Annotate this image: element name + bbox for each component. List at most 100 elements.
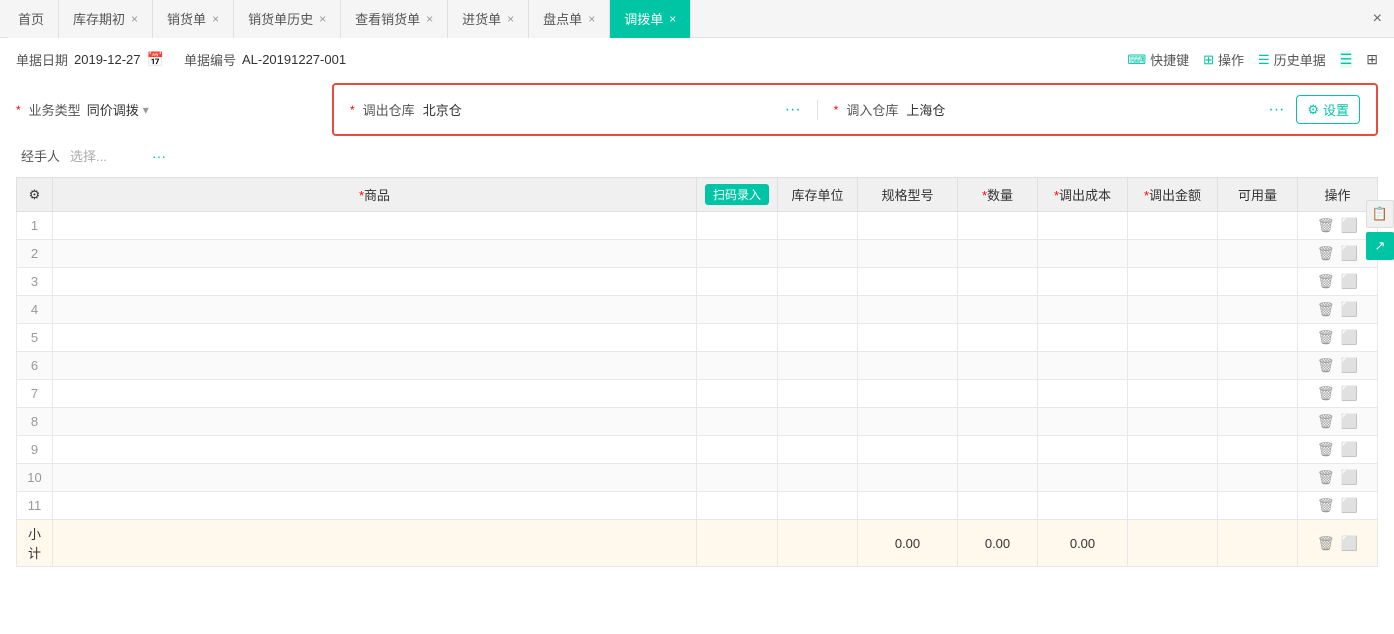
cell-qty[interactable]: [958, 492, 1038, 520]
tab-inventory-init[interactable]: 库存期初 ×: [59, 0, 153, 38]
cell-cost[interactable]: [1038, 212, 1128, 240]
cell-spec[interactable]: [858, 436, 958, 464]
cell-unit[interactable]: [778, 492, 858, 520]
sidebar-doc-button[interactable]: 📋: [1366, 200, 1394, 228]
copy-icon[interactable]: ⬜: [1341, 245, 1358, 262]
cell-qty[interactable]: [958, 296, 1038, 324]
copy-icon[interactable]: ⬜: [1341, 329, 1358, 346]
copy-icon[interactable]: ⬜: [1341, 357, 1358, 374]
cell-unit[interactable]: [778, 324, 858, 352]
card-view-button[interactable]: ⊞: [1366, 51, 1378, 68]
cell-product[interactable]: [53, 492, 697, 520]
cell-spec[interactable]: [858, 380, 958, 408]
cell-spec[interactable]: [858, 408, 958, 436]
close-icon[interactable]: ×: [588, 13, 595, 25]
delete-icon[interactable]: 🗑: [1317, 245, 1335, 262]
tab-sales-order[interactable]: 销货单 ×: [153, 0, 234, 38]
subtotal-delete-icon[interactable]: 🗑: [1317, 535, 1335, 552]
close-icon[interactable]: ×: [212, 13, 219, 25]
cell-product[interactable]: [53, 464, 697, 492]
delete-icon[interactable]: 🗑: [1317, 217, 1335, 234]
cell-cost[interactable]: [1038, 436, 1128, 464]
delete-icon[interactable]: 🗑: [1317, 441, 1335, 458]
cell-amount[interactable]: [1128, 240, 1218, 268]
tab-sales-history[interactable]: 销货单历史 ×: [234, 0, 341, 38]
history-button[interactable]: ☰ 历史单据: [1258, 50, 1326, 69]
delete-icon[interactable]: 🗑: [1317, 357, 1335, 374]
cell-spec[interactable]: [858, 324, 958, 352]
delete-icon[interactable]: 🗑: [1317, 273, 1335, 290]
cell-unit[interactable]: [778, 464, 858, 492]
cell-unit[interactable]: [778, 212, 858, 240]
cell-spec[interactable]: [858, 296, 958, 324]
cell-unit[interactable]: [778, 408, 858, 436]
delete-icon[interactable]: 🗑: [1317, 497, 1335, 514]
delete-icon[interactable]: 🗑: [1317, 413, 1335, 430]
cell-amount[interactable]: [1128, 464, 1218, 492]
copy-icon[interactable]: ⬜: [1341, 441, 1358, 458]
copy-icon[interactable]: ⬜: [1341, 385, 1358, 402]
copy-icon[interactable]: ⬜: [1341, 273, 1358, 290]
cell-product[interactable]: [53, 436, 697, 464]
close-icon[interactable]: ×: [669, 13, 676, 25]
cell-cost[interactable]: [1038, 324, 1128, 352]
close-icon[interactable]: ×: [507, 13, 514, 25]
cell-amount[interactable]: [1128, 212, 1218, 240]
tab-home[interactable]: 首页: [8, 0, 59, 38]
cell-unit[interactable]: [778, 240, 858, 268]
cell-amount[interactable]: [1128, 408, 1218, 436]
subtotal-copy-icon[interactable]: ⬜: [1341, 535, 1358, 552]
settings-button[interactable]: ⚙ 设置: [1296, 95, 1360, 124]
copy-icon[interactable]: ⬜: [1341, 413, 1358, 430]
cell-spec[interactable]: [858, 240, 958, 268]
transfer-out-more-button[interactable]: ···: [785, 101, 801, 119]
cell-spec[interactable]: [858, 212, 958, 240]
dropdown-arrow-icon[interactable]: ▾: [143, 103, 149, 117]
handler-select[interactable]: 选择...: [66, 146, 146, 165]
cell-cost[interactable]: [1038, 464, 1128, 492]
cell-cost[interactable]: [1038, 240, 1128, 268]
list-view-button[interactable]: ☰: [1340, 51, 1353, 68]
cell-qty[interactable]: [958, 352, 1038, 380]
tab-purchase[interactable]: 进货单 ×: [448, 0, 529, 38]
delete-icon[interactable]: 🗑: [1317, 469, 1335, 486]
cell-qty[interactable]: [958, 240, 1038, 268]
cell-qty[interactable]: [958, 268, 1038, 296]
cell-product[interactable]: [53, 212, 697, 240]
cell-unit[interactable]: [778, 352, 858, 380]
cell-qty[interactable]: [958, 324, 1038, 352]
window-close-button[interactable]: ×: [1373, 10, 1382, 28]
cell-amount[interactable]: [1128, 324, 1218, 352]
cell-spec[interactable]: [858, 268, 958, 296]
shortcut-button[interactable]: ⌨ 快捷键: [1127, 50, 1189, 69]
close-icon[interactable]: ×: [426, 13, 433, 25]
cell-unit[interactable]: [778, 436, 858, 464]
copy-icon[interactable]: ⬜: [1341, 217, 1358, 234]
cell-spec[interactable]: [858, 352, 958, 380]
close-icon[interactable]: ×: [319, 13, 326, 25]
cell-product[interactable]: [53, 352, 697, 380]
tab-stocktake[interactable]: 盘点单 ×: [529, 0, 610, 38]
cell-amount[interactable]: [1128, 436, 1218, 464]
cell-cost[interactable]: [1038, 268, 1128, 296]
cell-product[interactable]: [53, 408, 697, 436]
cell-qty[interactable]: [958, 408, 1038, 436]
calendar-icon[interactable]: 📅: [147, 51, 164, 68]
cell-amount[interactable]: [1128, 268, 1218, 296]
close-icon[interactable]: ×: [131, 13, 138, 25]
cell-qty[interactable]: [958, 464, 1038, 492]
transfer-in-more-button[interactable]: ···: [1268, 101, 1284, 119]
cell-qty[interactable]: [958, 380, 1038, 408]
cell-cost[interactable]: [1038, 380, 1128, 408]
cell-cost[interactable]: [1038, 352, 1128, 380]
cell-product[interactable]: [53, 324, 697, 352]
cell-amount[interactable]: [1128, 296, 1218, 324]
cell-cost[interactable]: [1038, 296, 1128, 324]
cell-spec[interactable]: [858, 464, 958, 492]
delete-icon[interactable]: 🗑: [1317, 301, 1335, 318]
tab-view-sales[interactable]: 查看销货单 ×: [341, 0, 448, 38]
copy-icon[interactable]: ⬜: [1341, 497, 1358, 514]
cell-qty[interactable]: [958, 436, 1038, 464]
cell-cost[interactable]: [1038, 408, 1128, 436]
gear-icon[interactable]: ⚙: [29, 187, 41, 202]
